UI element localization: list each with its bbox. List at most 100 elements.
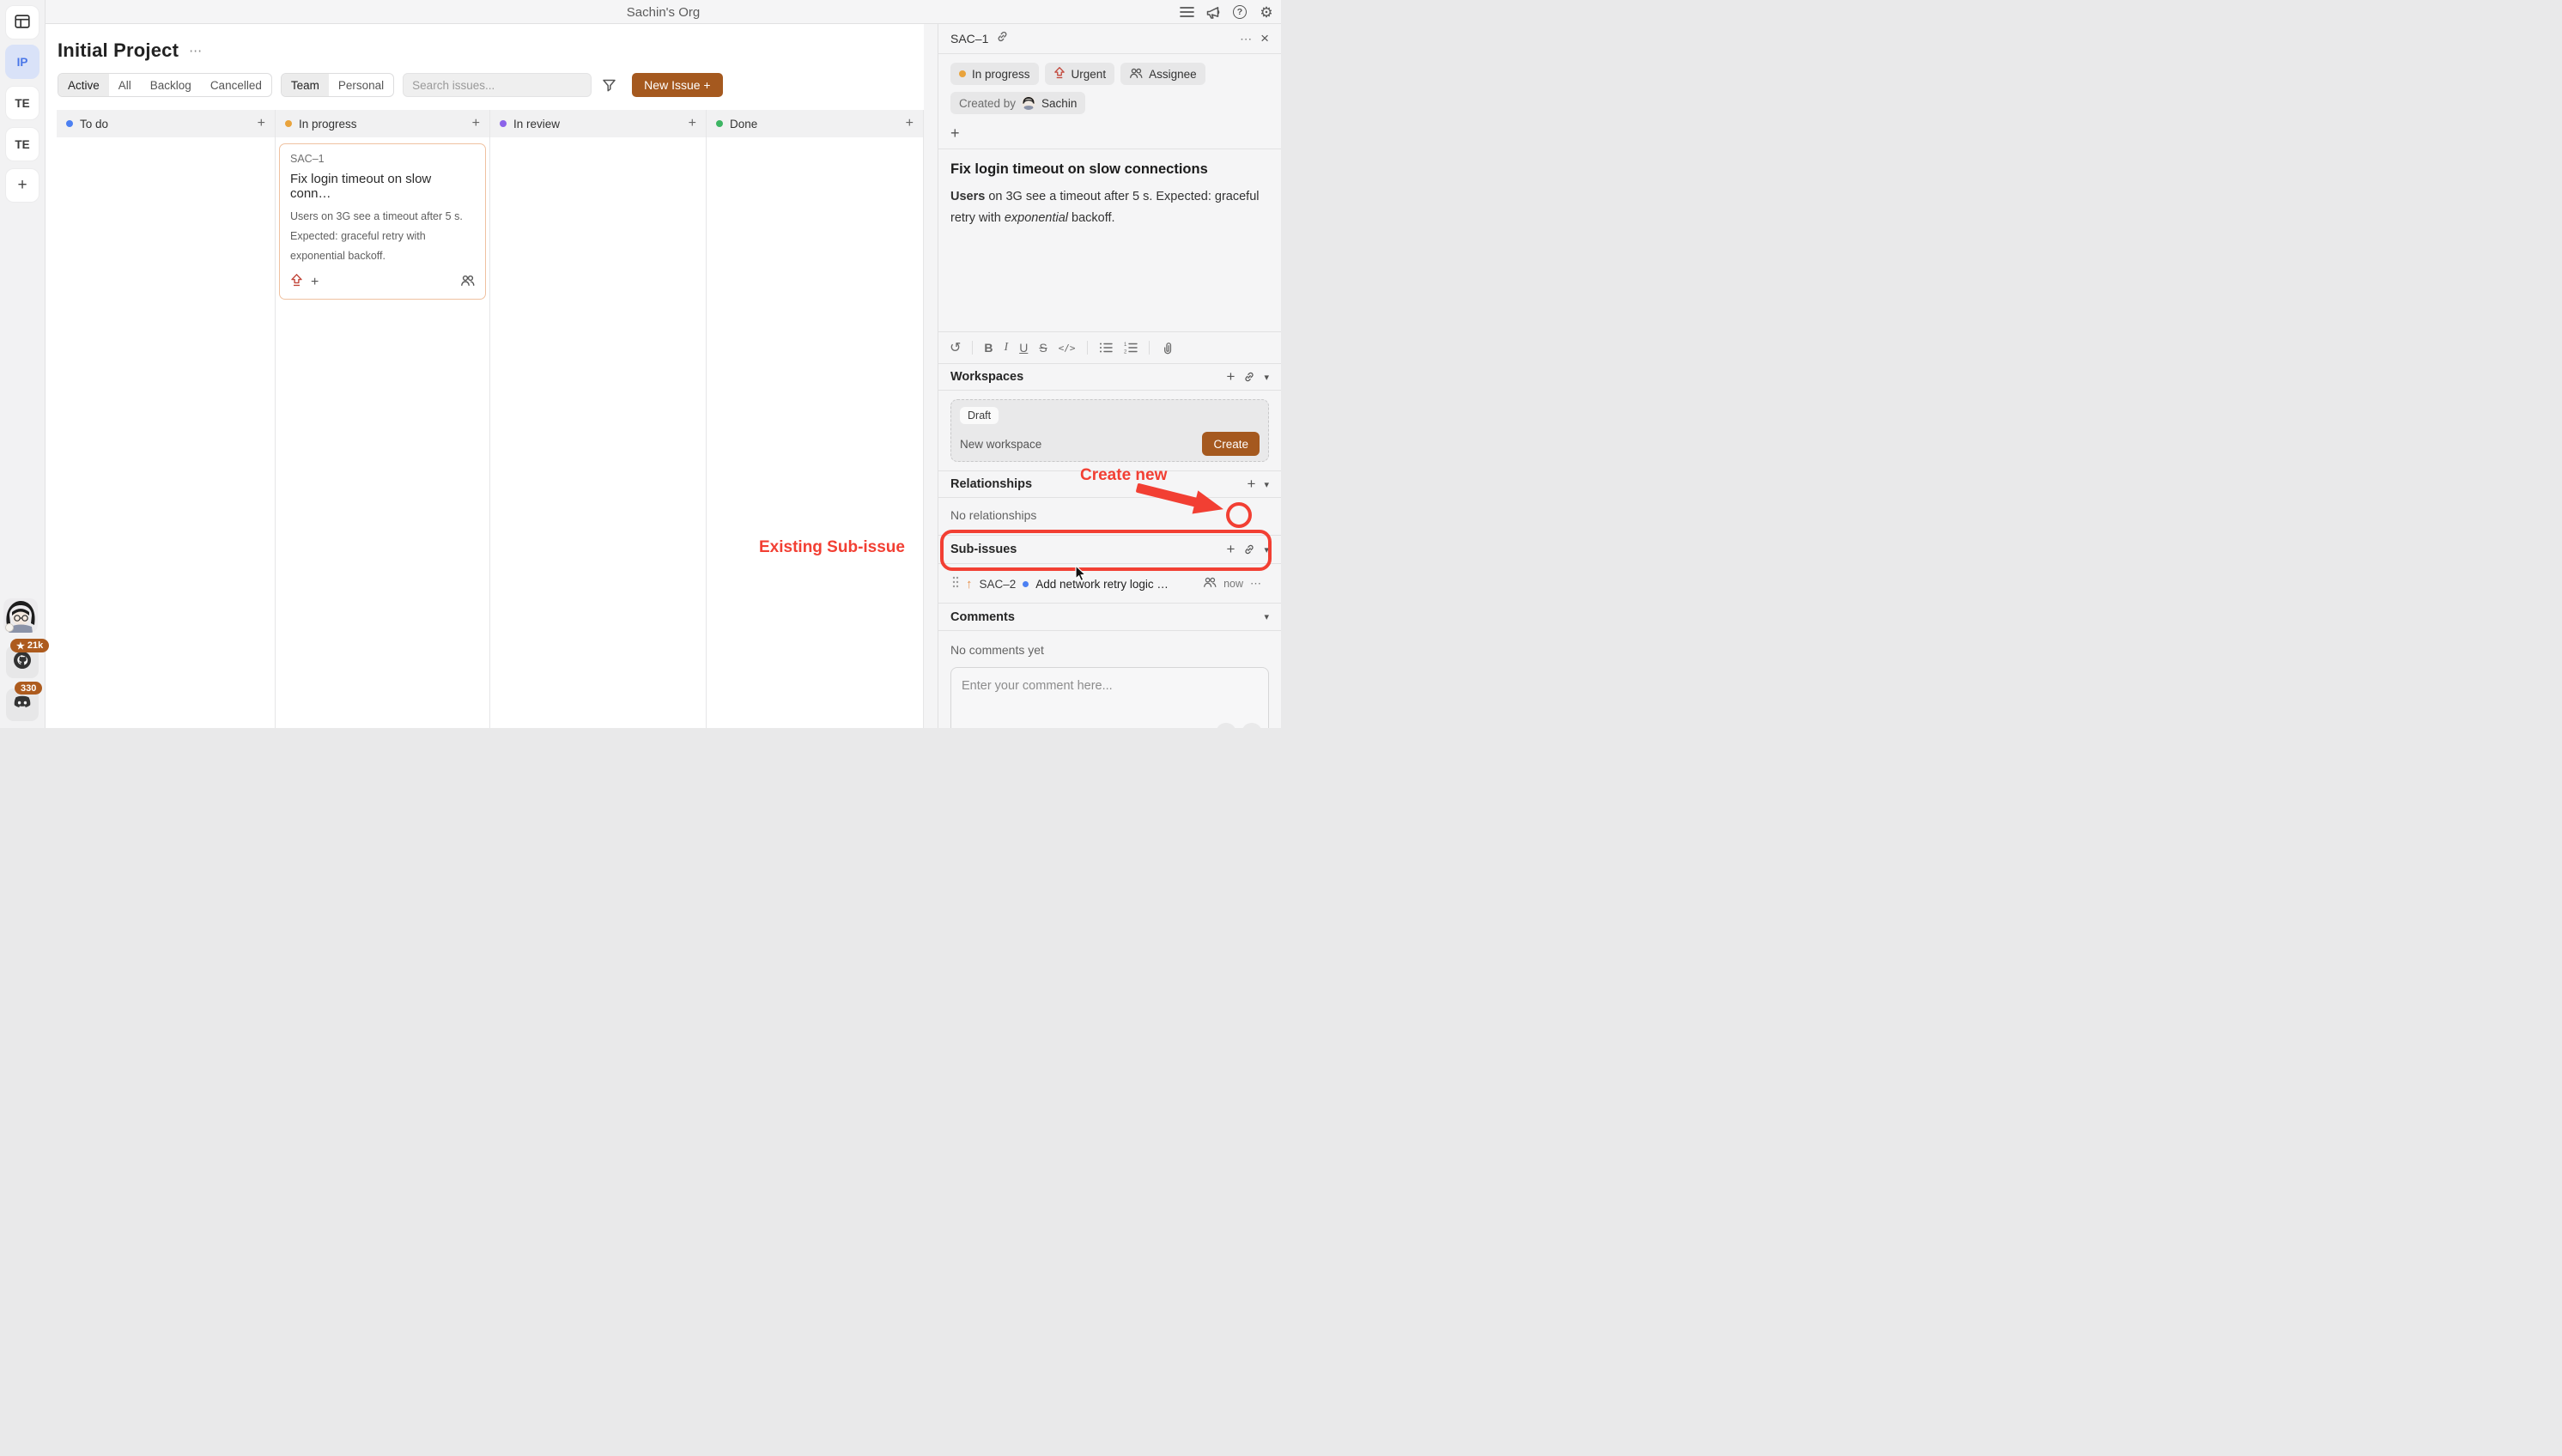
sub-issue-row[interactable]: ↑ SAC–2 Add network retry logic … now ⋯ <box>945 569 1269 598</box>
column-in-review: In review + <box>490 110 707 728</box>
drag-handle-icon[interactable] <box>952 576 959 592</box>
add-workspace-button[interactable]: + <box>5 168 39 203</box>
status-dot-in-progress <box>285 120 292 127</box>
discord-members-count: 330 <box>21 683 36 694</box>
sidebar-item-initial-project[interactable]: IP <box>5 45 39 79</box>
workspace-draft-card: Draft New workspace Create <box>950 399 1269 462</box>
github-icon <box>12 650 33 675</box>
collapse-relationships-icon[interactable]: ▾ <box>1264 479 1269 490</box>
sub-issue-assignee-icon[interactable] <box>1203 576 1217 592</box>
copy-link-icon[interactable] <box>996 30 1009 47</box>
status-dot <box>959 70 966 77</box>
annotation-existing-sub-issue: Existing Sub-issue <box>759 538 905 557</box>
sub-issue-menu-icon[interactable]: ⋯ <box>1250 577 1262 591</box>
issue-description[interactable]: Users on 3G see a timeout after 5 s. Exp… <box>938 178 1281 269</box>
column-name: Done <box>730 118 899 130</box>
add-workspace-icon[interactable]: + <box>1227 368 1235 385</box>
annotation-arrow <box>1133 477 1236 525</box>
column-in-review-header: In review + <box>490 110 706 137</box>
new-issue-button[interactable]: New Issue + <box>632 73 722 97</box>
board-view: Initial Project ⋯ Active All Backlog Can… <box>46 24 924 728</box>
tab-active[interactable]: Active <box>58 74 109 96</box>
annotation-circle <box>1226 502 1252 528</box>
filter-icon[interactable] <box>602 78 616 92</box>
scope-filter-tabs: Team Personal <box>281 73 394 97</box>
tab-personal[interactable]: Personal <box>329 74 393 96</box>
creator-avatar <box>1022 96 1035 110</box>
underline-icon[interactable]: U <box>1019 341 1028 355</box>
add-card-icon[interactable]: + <box>906 116 914 131</box>
github-stars-count: 21k <box>27 640 43 651</box>
panel-menu-button[interactable]: ⋯ <box>1240 32 1253 46</box>
add-card-icon[interactable]: + <box>258 116 265 131</box>
close-panel-icon[interactable]: × <box>1260 30 1269 47</box>
column-done: Done + <box>707 110 924 728</box>
kanban-board: To do + In progress + SAC–1 Fix login ti… <box>57 110 924 728</box>
github-stars-badge: ★ 21k <box>10 639 49 652</box>
undo-icon[interactable]: ↺ <box>950 339 961 356</box>
sub-issue-status-dot <box>1023 581 1029 587</box>
bold-icon[interactable]: B <box>984 341 993 355</box>
comments-empty-text: No comments yet <box>938 631 1281 662</box>
sidebar-item-label: TE <box>15 97 29 110</box>
italic-icon[interactable]: I <box>1005 341 1009 355</box>
org-title: Sachin's Org <box>46 0 1281 24</box>
attach-comment-icon[interactable] <box>1216 723 1236 728</box>
add-card-icon[interactable]: + <box>689 116 696 131</box>
sub-issue-id: SAC–2 <box>980 578 1017 591</box>
bullet-list-icon[interactable] <box>1099 342 1113 354</box>
search-input[interactable] <box>403 73 592 97</box>
app-window: IP TE TE + <box>0 0 1281 728</box>
workspace-name[interactable]: New workspace <box>960 438 1202 451</box>
comments-section-header: Comments ▾ <box>938 604 1281 631</box>
add-card-icon[interactable]: + <box>472 116 480 131</box>
strikethrough-icon[interactable]: S <box>1039 341 1047 355</box>
tab-all[interactable]: All <box>109 74 141 96</box>
menu-icon[interactable] <box>1179 4 1194 20</box>
urgent-icon <box>1053 66 1065 82</box>
collapse-workspaces-icon[interactable]: ▾ <box>1264 372 1269 383</box>
sidebar-item-team-2[interactable]: TE <box>5 127 39 161</box>
left-sidebar: IP TE TE + <box>0 0 46 728</box>
code-icon[interactable]: </> <box>1059 343 1076 354</box>
sidebar-item-team-1[interactable]: TE <box>5 86 39 120</box>
attach-icon[interactable] <box>1161 341 1174 355</box>
numbered-list-icon[interactable]: 1 2 <box>1124 342 1138 354</box>
priority-chip[interactable]: Urgent <box>1045 63 1115 85</box>
user-avatar[interactable] <box>3 598 38 633</box>
tab-backlog[interactable]: Backlog <box>141 74 201 96</box>
link-workspace-icon[interactable] <box>1243 371 1255 383</box>
issue-card-sac-1[interactable]: SAC–1 Fix login timeout on slow conn… Us… <box>279 143 486 300</box>
create-workspace-button[interactable]: Create <box>1202 432 1260 456</box>
status-dot-in-review <box>500 120 507 127</box>
project-menu-button[interactable]: ⋯ <box>189 43 203 58</box>
settings-icon[interactable]: ⚙ <box>1259 4 1274 20</box>
add-attribute-button[interactable]: + <box>950 124 968 142</box>
announcements-icon[interactable] <box>1205 4 1221 20</box>
project-title: Initial Project <box>58 39 179 62</box>
send-comment-icon[interactable] <box>1242 723 1262 728</box>
card-title: Fix login timeout on slow conn… <box>290 172 475 201</box>
collapse-comments-icon[interactable]: ▾ <box>1264 611 1269 622</box>
created-by-chip[interactable]: Created by Sachin <box>950 92 1085 114</box>
issue-title[interactable]: Fix login timeout on slow connections <box>938 149 1281 178</box>
workspace-switcher-button[interactable] <box>5 5 39 39</box>
column-in-progress: In progress + SAC–1 Fix login timeout on… <box>276 110 490 728</box>
add-relationship-icon[interactable]: + <box>1248 476 1256 493</box>
assignee-icon[interactable] <box>460 274 475 291</box>
sub-issue-title: Add network retry logic … <box>1035 578 1196 591</box>
comment-input[interactable] <box>950 667 1269 728</box>
urgent-priority-icon[interactable] <box>290 273 303 291</box>
status-chip[interactable]: In progress <box>950 63 1039 85</box>
layout-icon <box>13 12 32 33</box>
sub-issue-timestamp: now <box>1223 578 1243 590</box>
add-label-icon[interactable]: + <box>311 275 319 290</box>
discord-members-badge: 330 <box>15 682 42 695</box>
card-id: SAC–1 <box>290 153 475 165</box>
tab-cancelled[interactable]: Cancelled <box>201 74 271 96</box>
tab-team[interactable]: Team <box>282 74 329 96</box>
sidebar-item-label: IP <box>17 56 28 69</box>
assignee-chip[interactable]: Assignee <box>1120 63 1205 85</box>
plus-icon: + <box>17 176 27 195</box>
help-icon[interactable]: ? <box>1232 4 1248 20</box>
